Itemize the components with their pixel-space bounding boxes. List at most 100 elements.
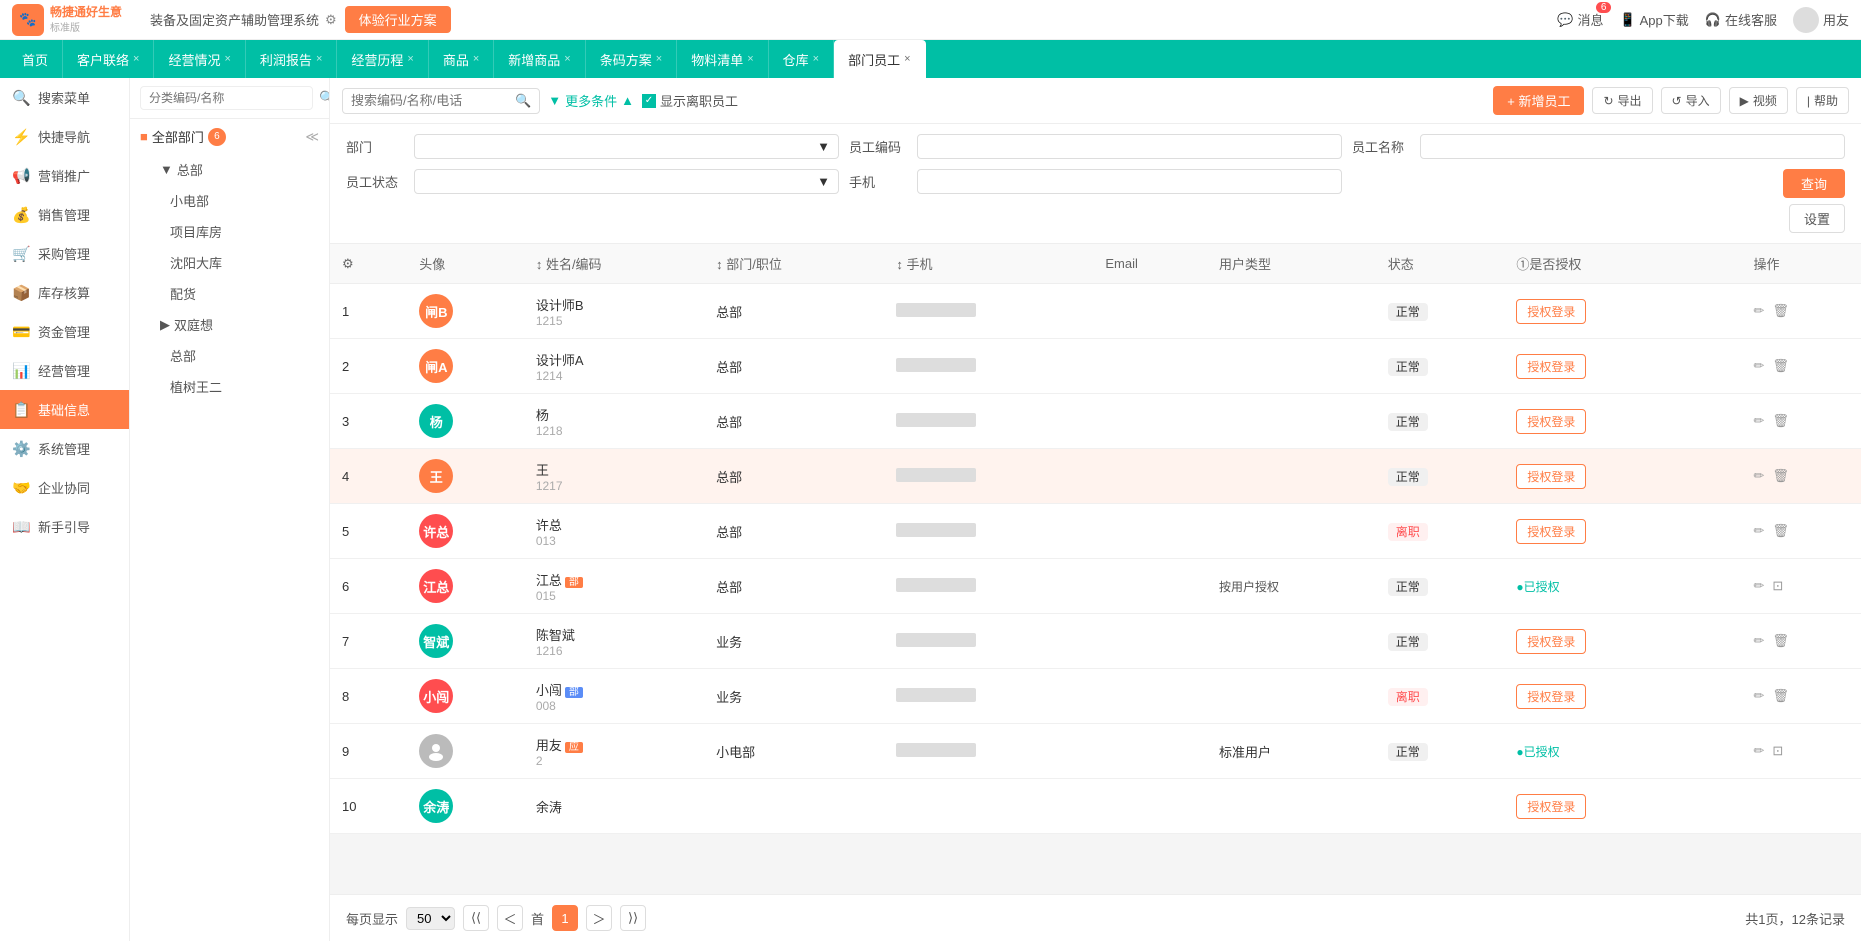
next-page-button[interactable]: ＞ <box>586 905 612 931</box>
sidebar-item-quicknav[interactable]: ⚡ 快捷导航 <box>0 117 129 156</box>
dept-select[interactable]: ▼ <box>414 134 839 159</box>
sidebar-item-management[interactable]: 📊 经营管理 <box>0 351 129 390</box>
edit-icon[interactable]: ✏ <box>1754 743 1765 759</box>
delete-icon[interactable]: 🗑 <box>1772 468 1789 484</box>
show-resigned[interactable]: ✓ 显示离职员工 <box>642 91 738 110</box>
dept-item-xiangmu[interactable]: 项目库房 <box>140 216 329 247</box>
dept-item-zongbu-root[interactable]: ▼ 总部 <box>140 154 329 185</box>
reset-button[interactable]: 设置 <box>1789 204 1845 233</box>
edit-icon[interactable]: ✏ <box>1754 633 1765 649</box>
col-phone[interactable]: ↕ 手机 <box>884 244 1093 284</box>
auth-button[interactable]: 授权登录 <box>1516 354 1586 379</box>
auth-button[interactable]: 授权登录 <box>1516 794 1586 819</box>
tab-goods[interactable]: 商品 × <box>429 40 494 78</box>
import-button[interactable]: ↺ 导入 <box>1661 87 1721 114</box>
dept-item-peihuo[interactable]: 配货 <box>140 278 329 309</box>
view-button[interactable]: ▶ 视频 <box>1729 87 1788 114</box>
more-conditions[interactable]: ▼ 更多条件 ▲ <box>548 91 634 110</box>
tab-close-department[interactable]: × <box>904 53 910 65</box>
sidebar-item-finance[interactable]: 💳 资金管理 <box>0 312 129 351</box>
tab-bom[interactable]: 物料清单 × <box>677 40 768 78</box>
sidebar-item-search[interactable]: 🔍 搜索菜单 <box>0 78 129 117</box>
prev-page-button[interactable]: ＜ <box>497 905 523 931</box>
phone-input[interactable] <box>917 169 1342 194</box>
tab-warehouse[interactable]: 仓库 × <box>769 40 834 78</box>
auth-button[interactable]: 授权登录 <box>1516 629 1586 654</box>
tab-operation[interactable]: 经营情况 × <box>154 40 245 78</box>
search-input[interactable] <box>351 93 511 108</box>
search-icon[interactable]: 🔍 <box>515 93 531 109</box>
tab-close-barcode[interactable]: × <box>656 53 662 65</box>
sidebar-item-purchase[interactable]: 🛒 采购管理 <box>0 234 129 273</box>
delete-icon[interactable]: 🗑 <box>1772 413 1789 429</box>
sidebar-item-inventory[interactable]: 📦 库存核算 <box>0 273 129 312</box>
tab-home[interactable]: 首页 <box>8 40 63 78</box>
edit-icon[interactable]: ✏ <box>1754 688 1765 704</box>
gear-icon[interactable]: ⚙ <box>325 12 337 28</box>
dept-search-input[interactable] <box>140 86 313 110</box>
sidebar-item-collab[interactable]: 🤝 企业协同 <box>0 468 129 507</box>
service-item[interactable]: 🎧 在线客服 <box>1705 10 1777 29</box>
dept-item-zongbu2[interactable]: 总部 <box>140 340 329 371</box>
auth-button[interactable]: 授权登录 <box>1516 684 1586 709</box>
query-button[interactable]: 查询 <box>1783 169 1845 198</box>
sidebar-item-sales[interactable]: 💰 销售管理 <box>0 195 129 234</box>
edit-icon[interactable]: ✏ <box>1754 578 1765 594</box>
help-button[interactable]: | 帮助 <box>1796 87 1849 114</box>
edit-icon[interactable]: ✏ <box>1754 358 1765 374</box>
last-page-button[interactable]: ⟩⟩ <box>620 905 646 931</box>
edit-icon[interactable]: ✏ <box>1754 468 1765 484</box>
sidebar-item-basic[interactable]: 📋 基础信息 <box>0 390 129 429</box>
tab-close-bom[interactable]: × <box>747 53 753 65</box>
sidebar-item-marketing[interactable]: 📢 营销推广 <box>0 156 129 195</box>
dept-search-icon[interactable]: 🔍 <box>319 90 330 106</box>
auth-button[interactable]: 授权登录 <box>1516 299 1586 324</box>
collapse-icon[interactable]: ≪ <box>305 129 319 145</box>
show-resigned-checkbox[interactable]: ✓ <box>642 94 656 108</box>
add-employee-button[interactable]: + 新增员工 <box>1493 86 1584 115</box>
copy-icon[interactable]: ⊡ <box>1772 743 1783 759</box>
dept-item-shenyang[interactable]: 沈阳大库 <box>140 247 329 278</box>
sidebar-item-system[interactable]: ⚙️ 系统管理 <box>0 429 129 468</box>
export-button[interactable]: ↻ 导出 <box>1592 87 1652 114</box>
emp-status-select[interactable]: ▼ <box>414 169 839 194</box>
auth-button[interactable]: 授权登录 <box>1516 519 1586 544</box>
message-item[interactable]: 💬 消息 6 <box>1557 10 1603 29</box>
delete-icon[interactable]: 🗑 <box>1772 633 1789 649</box>
dept-item-shuangting[interactable]: ▶ 双庭想 <box>140 309 329 340</box>
delete-icon[interactable]: 🗑 <box>1772 523 1789 539</box>
all-dept-label[interactable]: ■ 全部部门 6 ≪ <box>130 119 329 154</box>
tab-history[interactable]: 经营历程 × <box>337 40 428 78</box>
tab-close-operation[interactable]: × <box>224 53 230 65</box>
current-page-button[interactable]: 1 <box>552 905 578 931</box>
auth-button[interactable]: 授权登录 <box>1516 464 1586 489</box>
tab-customer[interactable]: 客户联络 × <box>63 40 154 78</box>
edit-icon[interactable]: ✏ <box>1754 413 1765 429</box>
trial-button[interactable]: 体验行业方案 <box>345 6 451 33</box>
col-settings[interactable]: ⚙ <box>330 244 407 284</box>
user-item[interactable]: 用友 <box>1793 7 1849 33</box>
col-dept[interactable]: ↕ 部门/职位 <box>704 244 884 284</box>
tab-close-customer[interactable]: × <box>133 53 139 65</box>
tab-close-history[interactable]: × <box>407 53 413 65</box>
first-page-button[interactable]: ⟨⟨ <box>463 905 489 931</box>
dept-item-xiaodianbu[interactable]: 小电部 <box>140 185 329 216</box>
tab-close-goods[interactable]: × <box>473 53 479 65</box>
tab-add-goods[interactable]: 新增商品 × <box>494 40 585 78</box>
emp-code-input[interactable] <box>917 134 1342 159</box>
auth-button[interactable]: 授权登录 <box>1516 409 1586 434</box>
edit-icon[interactable]: ✏ <box>1754 523 1765 539</box>
tab-close-profit[interactable]: × <box>316 53 322 65</box>
copy-icon[interactable]: ⊡ <box>1772 578 1783 594</box>
tab-close-add-goods[interactable]: × <box>564 53 570 65</box>
dept-item-zhishu[interactable]: 植树王二 <box>140 371 329 402</box>
tab-department[interactable]: 部门员工 × <box>834 40 925 78</box>
tab-close-warehouse[interactable]: × <box>813 53 819 65</box>
delete-icon[interactable]: 🗑 <box>1772 688 1789 704</box>
tab-profit[interactable]: 利润报告 × <box>246 40 337 78</box>
tab-barcode[interactable]: 条码方案 × <box>586 40 677 78</box>
col-name[interactable]: ↕ 姓名/编码 <box>524 244 704 284</box>
app-download-item[interactable]: 📱 App下载 <box>1619 10 1688 29</box>
emp-name-input[interactable] <box>1420 134 1845 159</box>
delete-icon[interactable]: 🗑 <box>1772 303 1789 319</box>
